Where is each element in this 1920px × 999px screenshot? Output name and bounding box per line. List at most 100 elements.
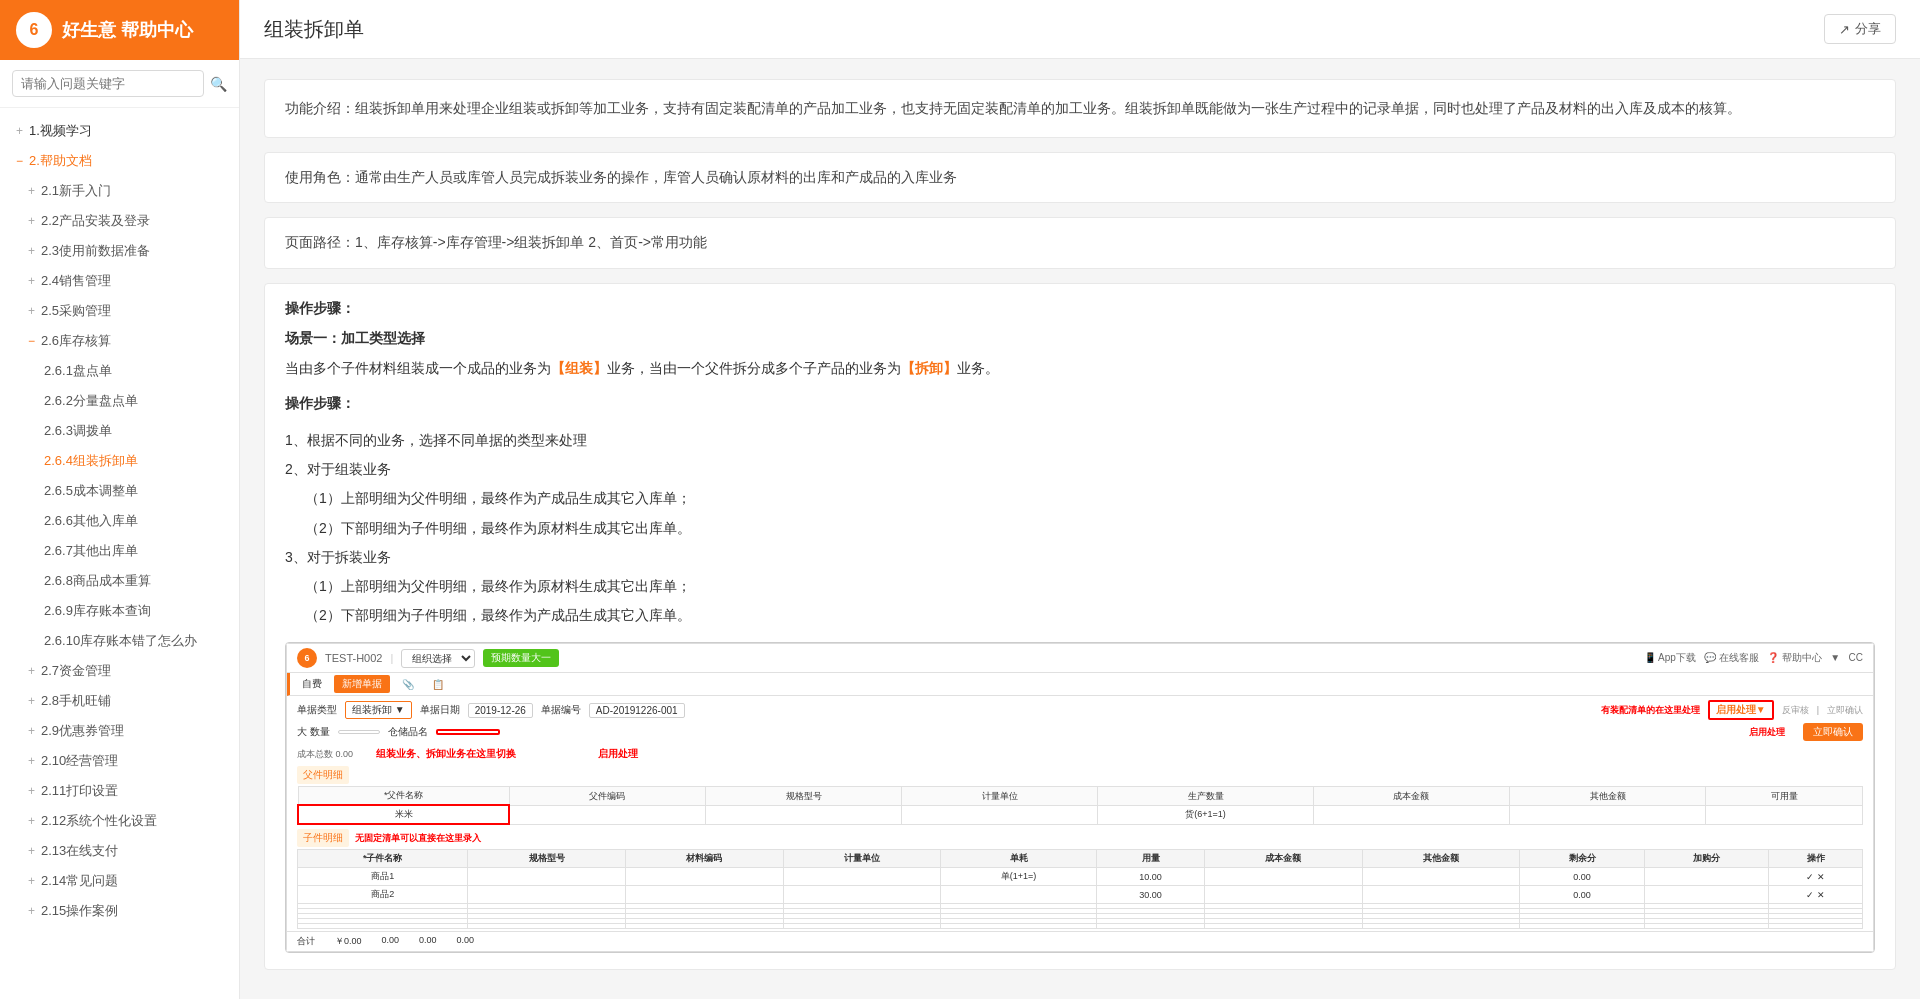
annotation-switch: 组装业务、拆卸业务在这里切换 — [376, 748, 516, 759]
sidebar-item-finance[interactable]: + 2.7资金管理 — [0, 656, 239, 686]
sidebar-item-purchase[interactable]: + 2.5采购管理 — [0, 296, 239, 326]
expand-icon: + — [28, 694, 35, 708]
sidebar-item-operations[interactable]: + 2.10经营管理 — [0, 746, 239, 776]
sidebar-item-label: 2.1新手入门 — [41, 182, 111, 200]
scene1-desc: 当由多个子件材料组装成一个成品的业务为【组装】业务，当由一个父件拆分成多个子产品… — [285, 356, 1875, 381]
sidebar-item-label: 2.13在线支付 — [41, 842, 118, 860]
app-new-btn[interactable]: 预期数量大一 — [483, 649, 559, 667]
form-type-value[interactable]: 组装拆卸 ▼ — [345, 701, 412, 719]
app-tab-icon2[interactable]: 📋 — [426, 677, 450, 692]
sidebar-item-docs[interactable]: − 2.帮助文档 — [0, 146, 239, 176]
sidebar-item-label: 2.7资金管理 — [41, 662, 111, 680]
sidebar-item-payment[interactable]: + 2.13在线支付 — [0, 836, 239, 866]
sidebar-item-install[interactable]: + 2.2产品安装及登录 — [0, 206, 239, 236]
page-title: 组装拆卸单 — [264, 16, 364, 43]
main-content-area: 组装拆卸单 ↗ 分享 功能介绍：组装拆卸单用来处理企业组装或拆卸等加工业务，支持… — [240, 0, 1920, 999]
th-unit: 计量单位 — [902, 787, 1098, 806]
sidebar-item-sales[interactable]: + 2.4销售管理 — [0, 266, 239, 296]
footer-total-label: 合计 — [297, 935, 315, 948]
app-code: TEST-H002 — [325, 652, 382, 664]
sidebar-item-label: 2.帮助文档 — [29, 152, 92, 170]
form-extra1: | — [1817, 705, 1819, 715]
sidebar-item-newbie[interactable]: + 2.1新手入门 — [0, 176, 239, 206]
sidebar-item-mobile[interactable]: + 2.8手机旺铺 — [0, 686, 239, 716]
app-tab-home[interactable]: 自费 — [296, 675, 328, 693]
search-input[interactable] — [12, 70, 204, 97]
th-qty: 生产数量 — [1098, 787, 1314, 806]
td-child-name-2[interactable]: 商品2 — [298, 886, 468, 904]
expand-icon: + — [28, 754, 35, 768]
sidebar-item-stock-ledger[interactable]: 2.6.9库存账本查询 — [0, 596, 239, 626]
expand-icon: + — [16, 124, 23, 138]
form-date-value[interactable]: 2019-12-26 — [468, 703, 533, 718]
td-child-name-1[interactable]: 商品1 — [298, 868, 468, 886]
th-parent-code: 父件编码 — [509, 787, 705, 806]
sidebar-item-other-outbound[interactable]: 2.6.7其他出库单 — [0, 536, 239, 566]
screenshot-container: 6 TEST-H002 | 组织选择 预期数量大一 📱 App下载 💬 在线客服… — [285, 642, 1875, 953]
form-qty-input[interactable] — [338, 730, 380, 734]
sidebar-item-label: 2.5采购管理 — [41, 302, 111, 320]
sidebar: 6 好生意 帮助中心 🔍 + 1.视频学习 − 2.帮助文档 + 2.1新手入门… — [0, 0, 240, 999]
role-card: 使用角色：通常由生产人员或库管人员完成拆装业务的操作，库管人员确认原材料的出库和… — [264, 152, 1896, 203]
expand-icon: + — [28, 904, 35, 918]
th-remain: 剩余分 — [1520, 850, 1645, 868]
sidebar-item-cases[interactable]: + 2.15操作案例 — [0, 896, 239, 926]
td-unit — [902, 805, 1098, 824]
form-type-label: 单据类型 — [297, 703, 337, 717]
share-button[interactable]: ↗ 分享 — [1824, 14, 1896, 44]
sidebar-item-label: 2.8手机旺铺 — [41, 692, 111, 710]
app-org-selector[interactable]: 组织选择 — [401, 649, 475, 668]
sidebar-item-label: 2.6库存核算 — [41, 332, 111, 350]
steps-section: 操作步骤： 场景一：加工类型选择 当由多个子件材料组装成一个成品的业务为【组装】… — [264, 283, 1896, 971]
row-ops-2[interactable]: ✓ ✕ — [1806, 890, 1825, 900]
sidebar-item-label: 2.11打印设置 — [41, 782, 118, 800]
td-parent-name[interactable]: 米米 — [298, 805, 509, 824]
app-tab-new[interactable]: 新增单据 — [334, 675, 390, 693]
sidebar-item-data-prep[interactable]: + 2.3使用前数据准备 — [0, 236, 239, 266]
sidebar-item-print[interactable]: + 2.11打印设置 — [0, 776, 239, 806]
th-cost: 成本金额 — [1313, 787, 1509, 806]
table-row: 商品2 30.00 0.00 ✓ ✕ — [298, 886, 1863, 904]
form-qty-label: 大 数量 — [297, 725, 330, 739]
sidebar-item-cost-adj[interactable]: 2.6.5成本调整单 — [0, 476, 239, 506]
sidebar-item-label: 2.6.4组装拆卸单 — [44, 452, 138, 470]
sidebar-item-stocktake[interactable]: 2.6.1盘点单 — [0, 356, 239, 386]
annotation-activate2: 启用处理 — [598, 748, 638, 759]
form-save-btn[interactable]: 立即确认 — [1803, 723, 1863, 741]
th-child-name: *子件名称 — [298, 850, 468, 868]
sidebar-item-label: 2.6.5成本调整单 — [44, 482, 138, 500]
form-warehouse-input[interactable] — [436, 729, 500, 735]
row-ops-1[interactable]: ✓ ✕ — [1806, 872, 1825, 882]
lower-table-header: 子件明细 无固定清单可以直接在这里录入 — [297, 829, 1863, 847]
lower-table: *子件名称 规格型号 材料编码 计量单位 单耗 用量 成本金额 其他金额 剩余分 — [297, 849, 1863, 929]
sidebar-item-coupon[interactable]: + 2.9优惠券管理 — [0, 716, 239, 746]
expand-icon: + — [28, 184, 35, 198]
step2: 2、对于组装业务 — [285, 457, 1875, 482]
form-row: 单据类型 组装拆卸 ▼ 单据日期 2019-12-26 单据编号 AD-2019… — [297, 700, 1863, 720]
step2-sub1: （1）上部明细为父件明细，最终作为产成品生成其它入库单； — [285, 486, 1875, 511]
sidebar-item-customize[interactable]: + 2.12系统个性化设置 — [0, 806, 239, 836]
sidebar-item-other-inbound[interactable]: 2.6.6其他入库单 — [0, 506, 239, 536]
intro-card: 功能介绍：组装拆卸单用来处理企业组装或拆卸等加工业务，支持有固定装配清单的产品加… — [264, 79, 1896, 138]
app-nav-bar: 自费 新增单据 📎 📋 — [287, 673, 1873, 696]
search-icon[interactable]: 🔍 — [210, 76, 227, 92]
form-activate-btn[interactable]: 启用处理▼ — [1708, 700, 1774, 720]
sidebar-item-cost-recalc[interactable]: 2.6.8商品成本重算 — [0, 566, 239, 596]
td-remain-1: 0.00 — [1520, 868, 1645, 886]
app-footer: 合计 ￥0.00 0.00 0.00 0.00 — [287, 931, 1873, 951]
td-cost — [1313, 805, 1509, 824]
sidebar-item-label: 2.6.6其他入库单 — [44, 512, 138, 530]
sidebar-item-faq[interactable]: + 2.14常见问题 — [0, 866, 239, 896]
sidebar-item-assembly[interactable]: 2.6.4组装拆卸单 — [0, 446, 239, 476]
sidebar-item-label: 2.6.8商品成本重算 — [44, 572, 151, 590]
sidebar-item-part-stocktake[interactable]: 2.6.2分量盘点单 — [0, 386, 239, 416]
sidebar-item-video[interactable]: + 1.视频学习 — [0, 116, 239, 146]
form-review-btn[interactable]: 反审核 — [1782, 704, 1809, 717]
sidebar-item-ledger-fix[interactable]: 2.6.10库存账本错了怎么办 — [0, 626, 239, 656]
form-confirm-btn[interactable]: 立即确认 — [1827, 704, 1863, 717]
sidebar-item-inventory[interactable]: − 2.6库存核算 — [0, 326, 239, 356]
search-box: 🔍 — [0, 60, 239, 108]
sidebar-item-transfer[interactable]: 2.6.3调拨单 — [0, 416, 239, 446]
app-tab-icon1[interactable]: 📎 — [396, 677, 420, 692]
form-area: 单据类型 组装拆卸 ▼ 单据日期 2019-12-26 单据编号 AD-2019… — [287, 696, 1873, 745]
